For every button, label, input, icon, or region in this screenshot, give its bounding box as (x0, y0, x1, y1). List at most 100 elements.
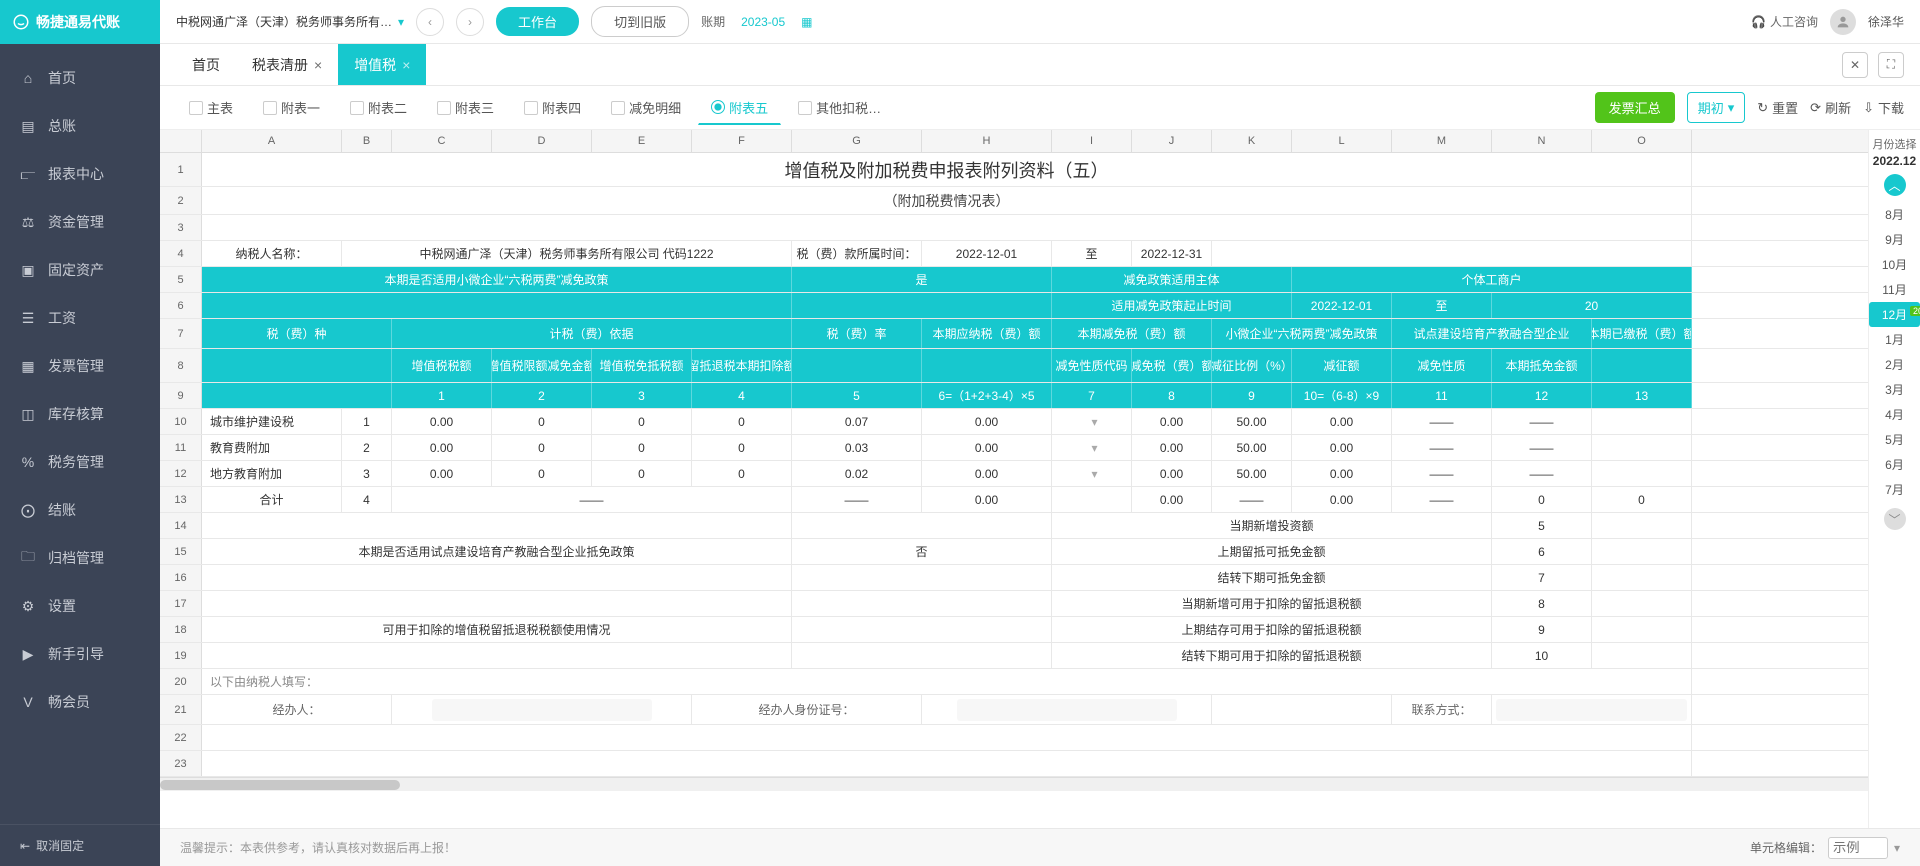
sidebar-item-1[interactable]: ▤总账 (0, 102, 160, 150)
row-header[interactable]: 21 (160, 695, 202, 724)
avatar[interactable] (1830, 9, 1856, 35)
month-down-button[interactable]: ﹀ (1884, 508, 1906, 530)
column-header[interactable]: K (1212, 130, 1292, 152)
sidebar-item-5[interactable]: ☰工资 (0, 294, 160, 342)
download-button[interactable]: ⇩下载 (1863, 98, 1904, 117)
close-all-tabs-button[interactable]: ✕ (1842, 52, 1868, 78)
contact-input[interactable] (1496, 699, 1687, 721)
month-option[interactable]: 5月 (1869, 427, 1920, 452)
period-value[interactable]: 2023-05 (741, 15, 785, 29)
period-init-button[interactable]: 期初▾ (1687, 92, 1746, 123)
row-header[interactable]: 22 (160, 725, 202, 750)
dropdown-icon[interactable]: ▾ (1091, 467, 1097, 481)
row-header[interactable]: 15 (160, 539, 202, 564)
row-header[interactable]: 14 (160, 513, 202, 538)
prev-company-button[interactable]: ‹ (416, 8, 444, 36)
row-header[interactable]: 17 (160, 591, 202, 616)
switch-old-button[interactable]: 切到旧版 (591, 6, 689, 37)
tab-close-icon[interactable]: × (314, 57, 322, 73)
row-header[interactable]: 11 (160, 435, 202, 460)
cell[interactable] (1492, 695, 1692, 724)
reduce-code-select[interactable]: ▾ (1052, 409, 1132, 434)
column-header[interactable]: L (1292, 130, 1392, 152)
tab-close-icon[interactable]: × (402, 57, 410, 73)
sidebar-item-10[interactable]: 🗀归档管理 (0, 534, 160, 582)
page-tab-2[interactable]: 增值税× (338, 44, 426, 85)
cell[interactable] (922, 695, 1212, 724)
month-option[interactable]: 12月2023 (1869, 302, 1920, 327)
page-tab-1[interactable]: 税表清册× (236, 44, 338, 85)
month-option[interactable]: 10月 (1869, 252, 1920, 277)
sub-tab-0[interactable]: 主表 (176, 91, 246, 124)
row-header[interactable]: 8 (160, 349, 202, 382)
month-option[interactable]: 3月 (1869, 377, 1920, 402)
sidebar-item-13[interactable]: V畅会员 (0, 678, 160, 726)
sidebar-item-9[interactable]: ⨀结账 (0, 486, 160, 534)
sidebar-item-2[interactable]: ⫍报表中心 (0, 150, 160, 198)
reset-button[interactable]: ↻重置 (1757, 98, 1798, 117)
agent-id-input[interactable] (957, 699, 1177, 721)
month-up-button[interactable]: ︿ (1884, 174, 1906, 196)
sidebar-item-12[interactable]: ▶新手引导 (0, 630, 160, 678)
month-option[interactable]: 9月 (1869, 227, 1920, 252)
row-header[interactable]: 16 (160, 565, 202, 590)
sidebar-item-8[interactable]: %税务管理 (0, 438, 160, 486)
month-option[interactable]: 2月 (1869, 352, 1920, 377)
row-header[interactable]: 1 (160, 153, 202, 186)
row-header[interactable]: 10 (160, 409, 202, 434)
sub-tab-2[interactable]: 附表二 (337, 91, 420, 124)
fullscreen-button[interactable]: ⛶ (1878, 52, 1904, 78)
calendar-icon[interactable]: ▦ (801, 15, 812, 29)
row-header[interactable]: 13 (160, 487, 202, 512)
unpin-sidebar[interactable]: ⇤ 取消固定 (0, 824, 160, 866)
column-header[interactable]: C (392, 130, 492, 152)
horizontal-scrollbar[interactable] (160, 777, 1868, 791)
dropdown-icon[interactable]: ▾ (1091, 441, 1097, 455)
row-header[interactable]: 6 (160, 293, 202, 318)
next-company-button[interactable]: › (456, 8, 484, 36)
sidebar-item-4[interactable]: ▣固定资产 (0, 246, 160, 294)
company-selector[interactable]: 中税网通广泽（天津）税务师事务所有… ▾ (176, 13, 404, 30)
sidebar-item-11[interactable]: ⚙设置 (0, 582, 160, 630)
column-header[interactable]: O (1592, 130, 1692, 152)
column-header[interactable]: G (792, 130, 922, 152)
column-header[interactable]: E (592, 130, 692, 152)
row-header[interactable]: 7 (160, 319, 202, 348)
sidebar-item-7[interactable]: ◫库存核算 (0, 390, 160, 438)
row-header[interactable]: 20 (160, 669, 202, 694)
row-header[interactable]: 9 (160, 383, 202, 408)
row-header[interactable]: 4 (160, 241, 202, 266)
sidebar-item-0[interactable]: ⌂首页 (0, 54, 160, 102)
row-header[interactable]: 3 (160, 215, 202, 240)
month-option[interactable]: 6月 (1869, 452, 1920, 477)
column-header[interactable]: A (202, 130, 342, 152)
sub-tab-6[interactable]: 附表五 (698, 91, 781, 125)
month-option[interactable]: 1月 (1869, 327, 1920, 352)
sub-tab-5[interactable]: 减免明细 (598, 91, 694, 124)
column-header[interactable]: H (922, 130, 1052, 152)
column-header[interactable]: D (492, 130, 592, 152)
reduce-code-select[interactable]: ▾ (1052, 461, 1132, 486)
sidebar-item-6[interactable]: ▦发票管理 (0, 342, 160, 390)
refresh-button[interactable]: ⟳刷新 (1810, 98, 1851, 117)
row-header[interactable]: 19 (160, 643, 202, 668)
sub-tab-3[interactable]: 附表三 (424, 91, 507, 124)
cell[interactable] (392, 695, 692, 724)
column-header[interactable]: F (692, 130, 792, 152)
row-header[interactable]: 18 (160, 617, 202, 642)
dropdown-icon[interactable]: ▾ (1894, 841, 1900, 855)
column-header[interactable]: N (1492, 130, 1592, 152)
sub-tab-1[interactable]: 附表一 (250, 91, 333, 124)
column-header[interactable]: M (1392, 130, 1492, 152)
user-name[interactable]: 徐泽华 (1868, 13, 1904, 30)
sidebar-item-3[interactable]: ⚖资金管理 (0, 198, 160, 246)
cell-edit-example-input[interactable] (1828, 837, 1888, 859)
sub-tab-4[interactable]: 附表四 (511, 91, 594, 124)
row-header[interactable]: 23 (160, 751, 202, 776)
page-tab-0[interactable]: 首页 (176, 44, 236, 85)
invoice-summary-button[interactable]: 发票汇总 (1595, 92, 1675, 123)
column-header[interactable]: J (1132, 130, 1212, 152)
agent-input[interactable] (432, 699, 652, 721)
row-header[interactable]: 5 (160, 267, 202, 292)
column-header[interactable]: B (342, 130, 392, 152)
